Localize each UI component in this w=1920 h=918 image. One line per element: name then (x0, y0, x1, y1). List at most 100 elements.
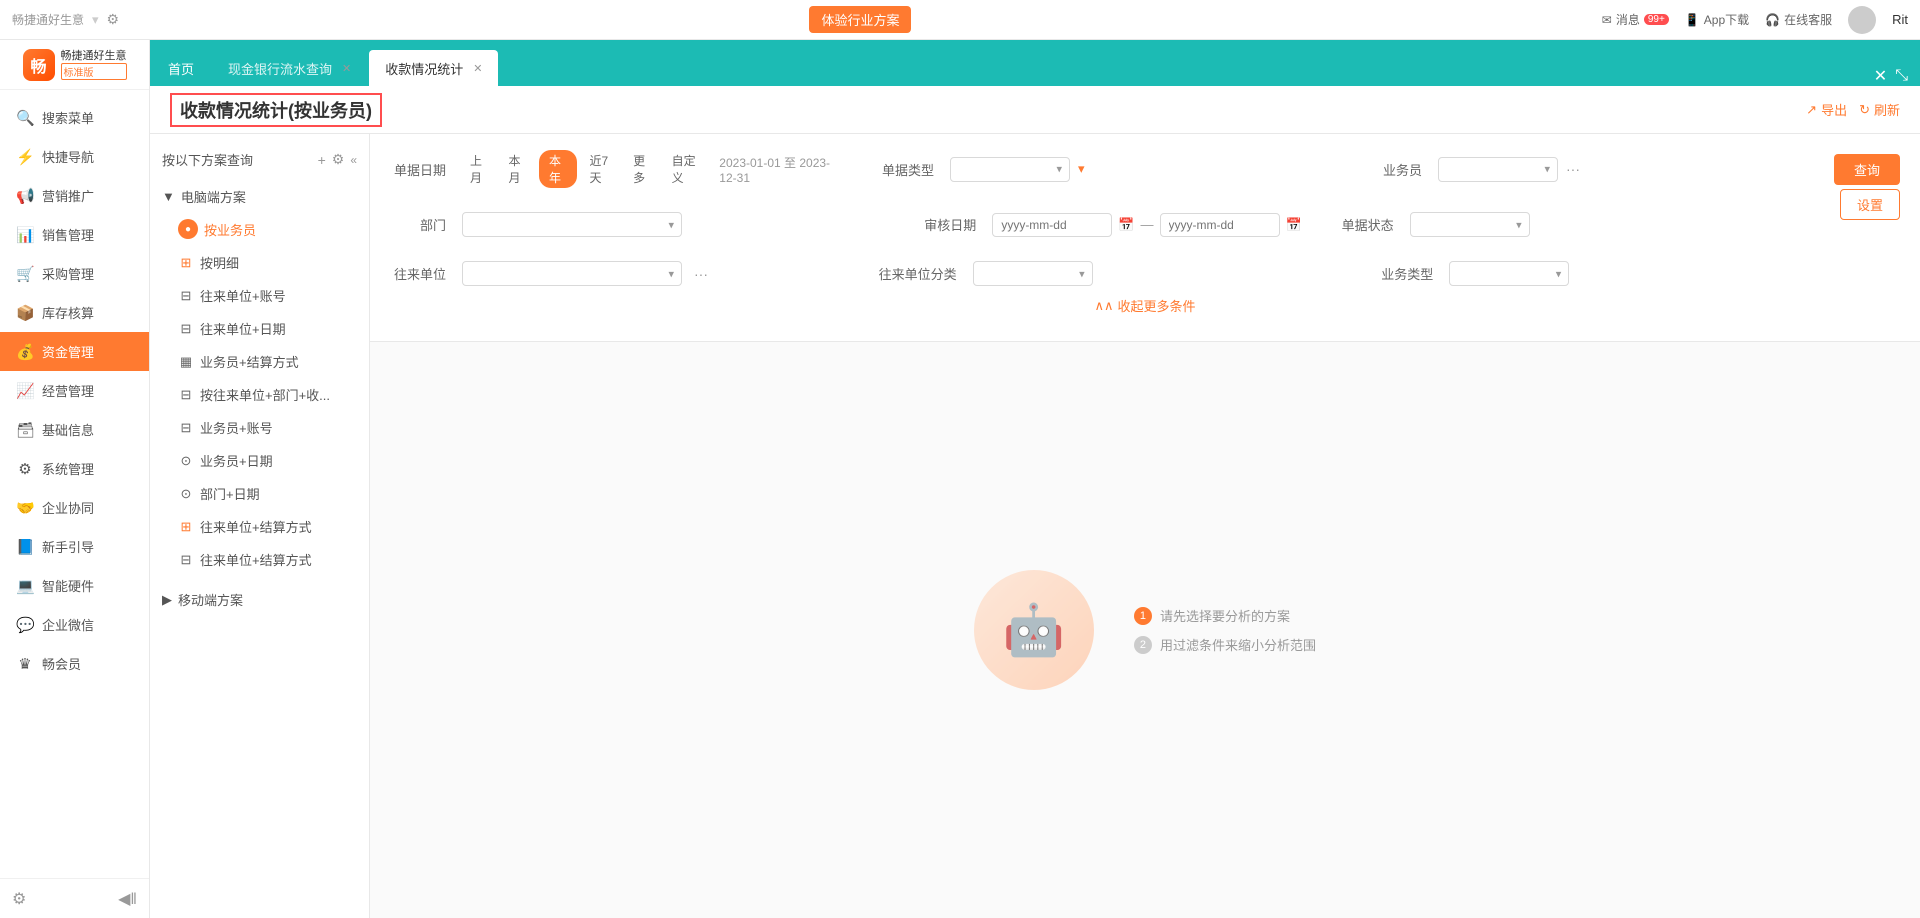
date-tab-this-year[interactable]: 本年 (539, 150, 577, 188)
counterpart-more-icon[interactable]: ··· (694, 266, 708, 282)
mobile-scheme-section: ▶ 移动端方案 (150, 580, 369, 619)
add-scheme-icon[interactable]: + (318, 152, 326, 168)
collapse-panel-icon[interactable]: « (350, 153, 357, 167)
guide-icon: 📘 (16, 538, 34, 556)
message-button[interactable]: ✉ 消息 99+ (1602, 11, 1669, 28)
type-select[interactable] (950, 157, 1070, 182)
breadcrumb-arrow: ▾ (92, 12, 99, 28)
tab-collection[interactable]: 收款情况统计 ✕ (369, 50, 498, 86)
sidebar-collapse-icon[interactable]: ◀‖ (118, 889, 137, 909)
empty-state: 🤖 1 请先选择要分析的方案 2 用过滤条件来缩小分析范围 (370, 342, 1920, 918)
counterpart-select[interactable] (462, 261, 682, 286)
tab-bank-flow-close[interactable]: ✕ (342, 62, 351, 75)
date-tab-more[interactable]: 更多 (625, 150, 659, 188)
message-icon: ✉ (1602, 13, 1612, 27)
sidebar-item-finance[interactable]: 💰 资金管理 (0, 332, 149, 371)
scheme-staff-payment[interactable]: ▦ 业务员+结算方式 (150, 345, 369, 378)
tab-close-all-icon[interactable]: ✕ (1874, 66, 1887, 86)
top-bar-left: 畅捷通好生意 ▾ ⚙ (12, 11, 119, 28)
purchase-icon: 🛒 (16, 265, 34, 283)
hardware-icon: 💻 (16, 577, 34, 595)
sidebar-item-guide[interactable]: 📘 新手引导 (0, 527, 149, 566)
manage-scheme-icon[interactable]: ⚙ (332, 151, 345, 168)
user-avatar[interactable] (1848, 6, 1876, 34)
scheme-staff-date[interactable]: ⊙ 业务员+日期 (150, 444, 369, 477)
tab-bank-flow[interactable]: 现金银行流水查询 ✕ (212, 50, 367, 86)
date-filter-value: 上月 本月 本年 近7天 更多 自定义 2023-01-01 至 2023-12… (462, 150, 842, 188)
sidebar-item-wechat[interactable]: 💬 企业微信 (0, 605, 149, 644)
empty-tip-2: 2 用过滤条件来缩小分析范围 (1134, 635, 1316, 654)
online-service-label: 在线客服 (1784, 11, 1832, 28)
sidebar-item-quick-nav[interactable]: ⚡ 快捷导航 (0, 137, 149, 176)
scheme-cp-payment2[interactable]: ⊟ 往来单位+结算方式 (150, 543, 369, 576)
online-service-button[interactable]: 🎧 在线客服 (1765, 11, 1832, 28)
mobile-scheme-label: 移动端方案 (178, 590, 243, 609)
app-download-button[interactable]: 📱 App下载 (1685, 11, 1749, 28)
sidebar-item-purchase[interactable]: 🛒 采购管理 (0, 254, 149, 293)
tab-home[interactable]: 首页 (152, 50, 210, 86)
sidebar-item-system[interactable]: ⚙ 系统管理 (0, 449, 149, 488)
sidebar-item-sales[interactable]: 📊 销售管理 (0, 215, 149, 254)
calendar-from-icon[interactable]: 📅 (1118, 217, 1134, 233)
cp-pay2-icon: ⊟ (178, 552, 194, 568)
sidebar-label-collab: 企业协同 (42, 498, 94, 517)
sidebar-settings-icon[interactable]: ⚙ (12, 889, 26, 909)
staff-more-icon[interactable]: ··· (1566, 161, 1580, 177)
sidebar-item-vip[interactable]: ♛ 畅会员 (0, 644, 149, 683)
scheme-by-detail[interactable]: ⊞ 按明细 (150, 246, 369, 279)
sidebar-label-system: 系统管理 (42, 459, 94, 478)
wechat-icon: 💬 (16, 616, 34, 634)
scheme-staff-account[interactable]: ⊟ 业务员+账号 (150, 411, 369, 444)
scheme-by-counterpart-dept[interactable]: ⊟ 按往来单位+部门+收... (150, 378, 369, 411)
settings-gear[interactable]: ⚙ (107, 11, 120, 28)
biz-type-select[interactable] (1449, 261, 1569, 286)
mobile-scheme-parent[interactable]: ▶ 移动端方案 (150, 584, 369, 615)
date-tab-custom[interactable]: 自定义 (664, 150, 708, 188)
scheme-dept-date[interactable]: ⊙ 部门+日期 (150, 477, 369, 510)
review-date-to[interactable] (1160, 213, 1280, 237)
desktop-scheme-parent[interactable]: ▼ 电脑端方案 (150, 181, 369, 212)
calendar-to-icon[interactable]: 📅 (1286, 217, 1302, 233)
settings-button[interactable]: 设置 (1840, 189, 1900, 220)
export-button[interactable]: ↗ 导出 (1806, 100, 1847, 119)
scheme-cp-payment1[interactable]: ⊞ 往来单位+结算方式 (150, 510, 369, 543)
refresh-button[interactable]: ↻ 刷新 (1859, 100, 1900, 119)
collab-icon: 🤝 (16, 499, 34, 517)
cp-category-select[interactable] (973, 261, 1093, 286)
trial-button[interactable]: 体验行业方案 (809, 6, 911, 33)
scheme-staff-account-label: 业务员+账号 (200, 418, 273, 437)
collapse-bar[interactable]: ∧∧ 收起更多条件 (390, 286, 1900, 325)
scheme-by-staff[interactable]: ● 按业务员 (150, 212, 369, 246)
scheme-counterpart-date-label: 往来单位+日期 (200, 319, 286, 338)
sidebar-item-operations[interactable]: 📈 经营管理 (0, 371, 149, 410)
sidebar-item-marketing[interactable]: 📢 营销推广 (0, 176, 149, 215)
sidebar-item-search[interactable]: 🔍 搜索菜单 (0, 98, 149, 137)
date-tab-this-month[interactable]: 本月 (500, 150, 534, 188)
date-tab-7days[interactable]: 近7天 (581, 150, 621, 188)
collapse-arrow-icon: ∧∧ (1094, 298, 1113, 314)
scheme-counterpart-account-label: 往来单位+账号 (200, 286, 286, 305)
date-tab-last-month[interactable]: 上月 (462, 150, 496, 188)
review-date-group: 📅 — 📅 (992, 213, 1301, 237)
logo-char: 畅 (30, 53, 46, 77)
sidebar-item-collab[interactable]: 🤝 企业协同 (0, 488, 149, 527)
sidebar-item-basic-info[interactable]: 🗃 基础信息 (0, 410, 149, 449)
dept-select[interactable] (462, 212, 682, 237)
refresh-icon: ↻ (1859, 102, 1870, 118)
review-date-from[interactable] (992, 213, 1112, 237)
marketing-icon: 📢 (16, 187, 34, 205)
query-button[interactable]: 查询 (1834, 154, 1900, 185)
scheme-by-detail-label: 按明细 (200, 253, 239, 272)
tab-expand-icon[interactable]: ⤡ (1895, 67, 1908, 85)
staff-select[interactable] (1438, 157, 1558, 182)
tab-collection-close[interactable]: ✕ (473, 62, 482, 75)
scheme-counterpart-date[interactable]: ⊟ 往来单位+日期 (150, 312, 369, 345)
sidebar-item-hardware[interactable]: 💻 智能硬件 (0, 566, 149, 605)
type-expand-icon[interactable]: ▾ (1078, 161, 1085, 177)
scheme-counterpart-account[interactable]: ⊟ 往来单位+账号 (150, 279, 369, 312)
staff-date-icon: ⊙ (178, 453, 194, 469)
cp-acct-icon: ⊟ (178, 288, 194, 304)
counterpart-filter-value: ··· (462, 261, 831, 286)
status-select[interactable] (1410, 212, 1530, 237)
sidebar-item-inventory[interactable]: 📦 库存核算 (0, 293, 149, 332)
